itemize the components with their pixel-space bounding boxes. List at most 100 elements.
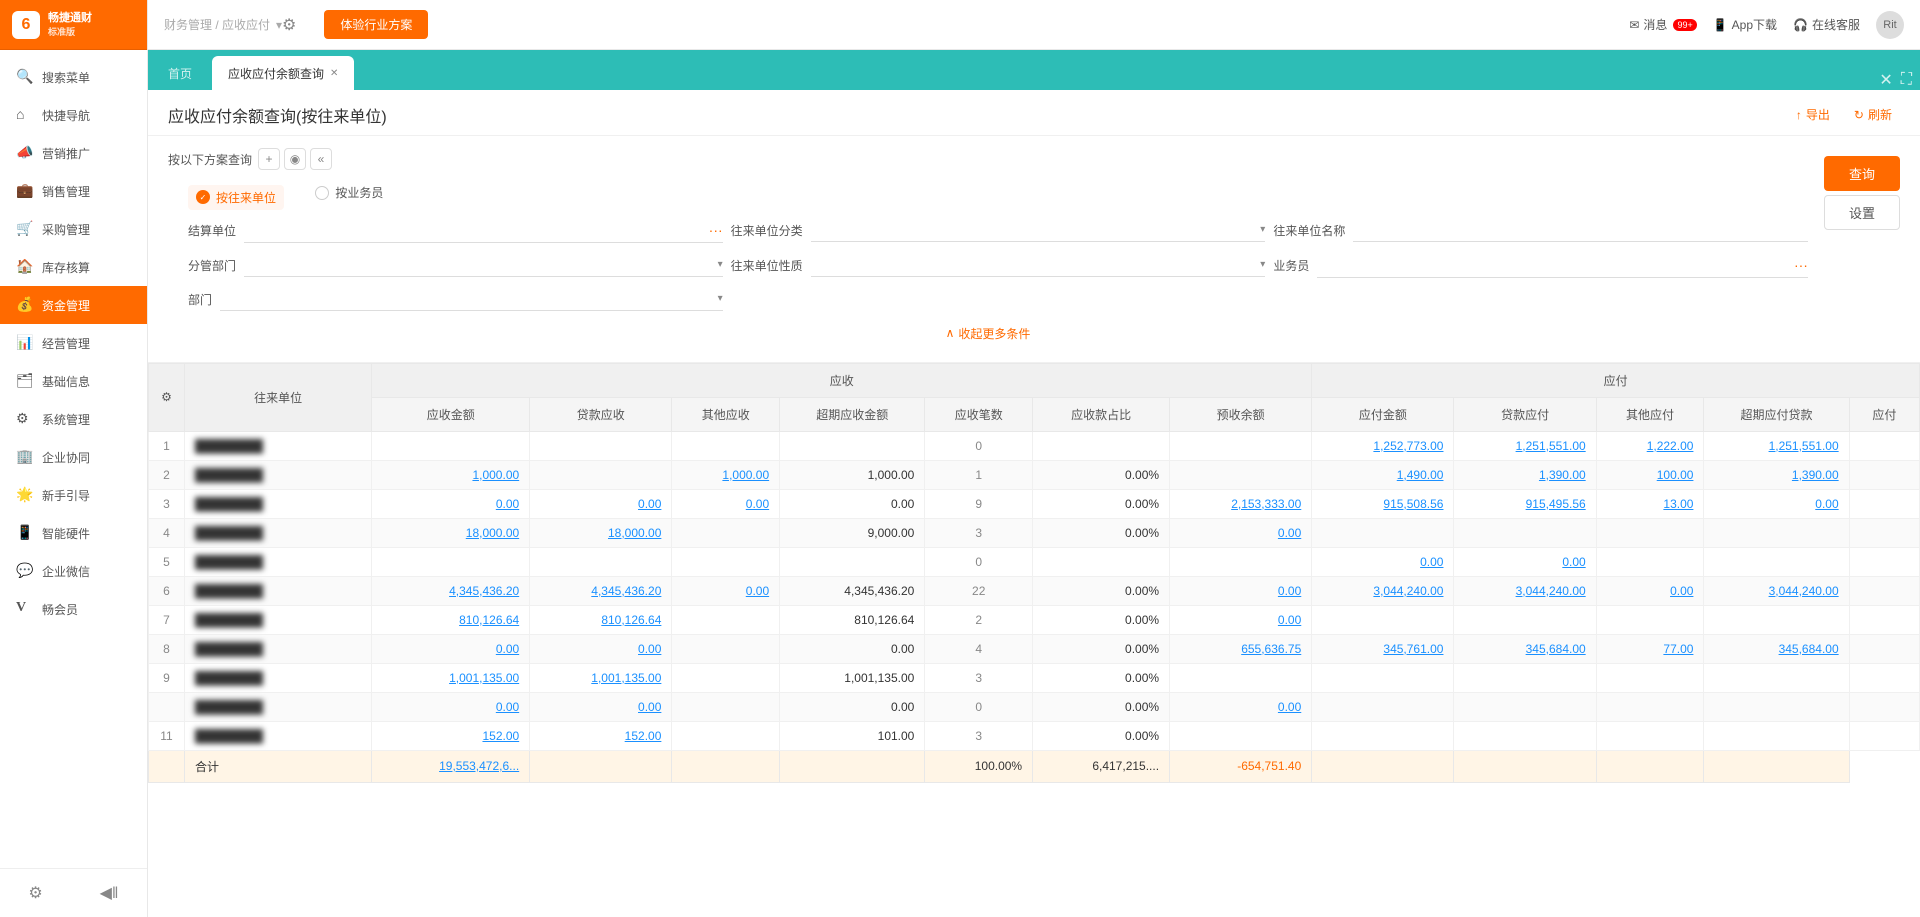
sidebar-item-wechat[interactable]: 💬 企业微信 <box>0 552 147 590</box>
marketing-icon: 📣 <box>16 144 34 162</box>
scheme-by-staff[interactable]: 按业务员 <box>307 180 391 205</box>
sidebar-item-purchase[interactable]: 🛒 采购管理 <box>0 210 147 248</box>
collapse-conditions-btn[interactable]: ∧ 收起更多条件 <box>168 321 1808 350</box>
query-btn[interactable]: 查询 <box>1824 156 1900 191</box>
department-input[interactable]: ▾ <box>244 254 723 277</box>
unit-category-input[interactable]: ▾ <box>811 219 1266 242</box>
topbar-settings-icon[interactable]: ⚙ <box>282 15 296 35</box>
settlement-unit-input[interactable]: ··· <box>244 218 723 243</box>
home-icon: ⌂ <box>16 106 34 124</box>
logo-badge: 标准版 <box>48 25 92 38</box>
capital-icon: 💰 <box>16 296 34 314</box>
scheme-active-dot: ✓ <box>196 190 210 204</box>
unit-cell: ████████ <box>185 692 372 721</box>
scheme-btns: + ◉ « <box>258 148 332 170</box>
unit-name-input[interactable] <box>1353 219 1808 242</box>
inventory-icon: 🏠 <box>16 258 34 276</box>
unit-cell: ████████ <box>185 634 372 663</box>
settings-scheme-btn[interactable]: ◉ <box>284 148 306 170</box>
th-ar-other: 其他应收 <box>672 397 780 431</box>
table-settings-icon[interactable]: ⚙ <box>161 390 172 404</box>
message-icon: ✉ <box>1629 18 1639 32</box>
enterprise-icon: 🏢 <box>16 448 34 466</box>
tab-home[interactable]: 首页 <box>152 56 208 90</box>
search-icon: 🔍 <box>16 68 34 86</box>
sidebar-item-search[interactable]: 🔍 搜索菜单 <box>0 58 147 96</box>
sidebar-item-label: 资金管理 <box>42 297 90 314</box>
sidebar-item-capital[interactable]: 💰 资金管理 <box>0 286 147 324</box>
collapse-scheme-btn[interactable]: « <box>310 148 332 170</box>
topbar-center: 体验行业方案 <box>324 10 1629 39</box>
filter-scheme-row: 按以下方案查询 + ◉ « <box>168 148 1808 170</box>
footer-ar-ratio: 100.00% <box>925 750 1033 782</box>
tab-fullscreen-icon[interactable]: ⛶ <box>1901 71 1912 89</box>
tab-close-btn[interactable]: ✕ <box>330 68 338 79</box>
department-chevron: ▾ <box>718 259 723 270</box>
dept-input[interactable]: ▾ <box>220 288 723 311</box>
unit-cell: ████████ <box>185 460 372 489</box>
tab-close-all-icon[interactable]: ✕ <box>1879 70 1892 90</box>
tabs-bar: 首页 应收应付余额查询 ✕ ✕ ⛶ <box>148 50 1920 90</box>
scheme-label: 按以下方案查询 <box>168 151 252 168</box>
sidebar-item-hardware[interactable]: 📱 智能硬件 <box>0 514 147 552</box>
filter-settlement-unit: 结算单位 ··· <box>188 218 723 243</box>
unit-cell: ████████ <box>185 605 372 634</box>
refresh-btn[interactable]: ↻ 刷新 <box>1846 102 1900 127</box>
sidebar-collapse-btn[interactable]: ◀‖ <box>92 879 127 907</box>
system-icon: ⚙ <box>16 410 34 428</box>
member-icon: V <box>16 600 34 618</box>
th-receivable-group: 应收 <box>372 363 1312 397</box>
unit-nature-label: 往来单位性质 <box>731 257 803 274</box>
topbar-right: ✉ 消息 99+ 📱 App下载 🎧 在线客服 Rit <box>1629 11 1904 39</box>
online-service-btn[interactable]: 🎧 在线客服 <box>1793 16 1860 33</box>
th-ar-prepay: 预收余额 <box>1170 397 1312 431</box>
sidebar-item-member[interactable]: V 畅会员 <box>0 590 147 628</box>
tab-home-label: 首页 <box>168 65 192 82</box>
sidebar-item-sales[interactable]: 💼 销售管理 <box>0 172 147 210</box>
unit-nature-input[interactable]: ▾ <box>811 254 1266 277</box>
sales-icon: 💼 <box>16 182 34 200</box>
salesperson-ellipsis[interactable]: ··· <box>1794 257 1808 273</box>
messages-btn[interactable]: ✉ 消息 99+ <box>1629 16 1696 33</box>
th-ap-col: 应付 <box>1849 397 1919 431</box>
sidebar-item-label: 企业协同 <box>42 449 90 466</box>
sidebar-item-marketing[interactable]: 📣 营销推广 <box>0 134 147 172</box>
export-btn[interactable]: ↑ 导出 <box>1788 102 1838 127</box>
th-settings[interactable]: ⚙ <box>149 363 185 431</box>
add-scheme-btn[interactable]: + <box>258 148 280 170</box>
guide-icon: 🌟 <box>16 486 34 504</box>
th-unit: 往来单位 <box>185 363 372 431</box>
sidebar-item-operations[interactable]: 📊 经营管理 <box>0 324 147 362</box>
sidebar-item-inventory[interactable]: 🏠 库存核算 <box>0 248 147 286</box>
filter-row-2: 分管部门 ▾ 往来单位性质 ▾ <box>188 253 1808 278</box>
settings-btn[interactable]: 设置 <box>1824 195 1900 230</box>
tab-arbalance[interactable]: 应收应付余额查询 ✕ <box>212 56 354 90</box>
settlement-unit-label: 结算单位 <box>188 222 236 239</box>
table-row: 3████████0.000.000.000.0090.00%2,153,333… <box>149 489 1920 518</box>
settlement-unit-ellipsis[interactable]: ··· <box>709 222 723 238</box>
messages-label: 消息 <box>1643 16 1667 33</box>
sidebar-item-basic[interactable]: 🗂 基础信息 <box>0 362 147 400</box>
sidebar-item-system[interactable]: ⚙ 系统管理 <box>0 400 147 438</box>
sidebar-logo: 6 畅捷通财 标准版 <box>0 0 147 50</box>
app-download-btn[interactable]: 📱 App下载 <box>1713 16 1777 33</box>
logo-icon: 6 <box>12 11 40 39</box>
sidebar-item-label: 销售管理 <box>42 183 90 200</box>
user-avatar[interactable]: Rit <box>1876 11 1904 39</box>
main-content: 应收应付余额查询(按往来单位) ↑ 导出 ↻ 刷新 按以下方案查询 <box>148 90 1920 917</box>
sidebar-item-quicknav[interactable]: ⌂ 快捷导航 <box>0 96 147 134</box>
th-ar-amount: 应收金额 <box>372 397 530 431</box>
sidebar-bottom: ⚙ ◀‖ <box>0 868 147 917</box>
scheme-by-unit[interactable]: ✓ 按往来单位 <box>188 185 284 210</box>
industry-btn[interactable]: 体验行业方案 <box>324 10 428 39</box>
footer-label: 合计 <box>185 750 372 782</box>
sidebar-item-enterprise[interactable]: 🏢 企业协同 <box>0 438 147 476</box>
table-container: ⚙ 往来单位 应收 应付 <box>148 363 1920 783</box>
salesperson-input[interactable]: ··· <box>1317 253 1808 278</box>
service-icon: 🎧 <box>1793 18 1808 32</box>
sidebar-item-guide[interactable]: 🌟 新手引导 <box>0 476 147 514</box>
page-title: 应收应付余额查询(按往来单位) <box>168 103 387 127</box>
sidebar-settings-btn[interactable]: ⚙ <box>20 879 50 907</box>
tab-arbalance-label: 应收应付余额查询 <box>228 65 324 82</box>
footer-ar-total[interactable]: 19,553,472,6... <box>372 750 530 782</box>
